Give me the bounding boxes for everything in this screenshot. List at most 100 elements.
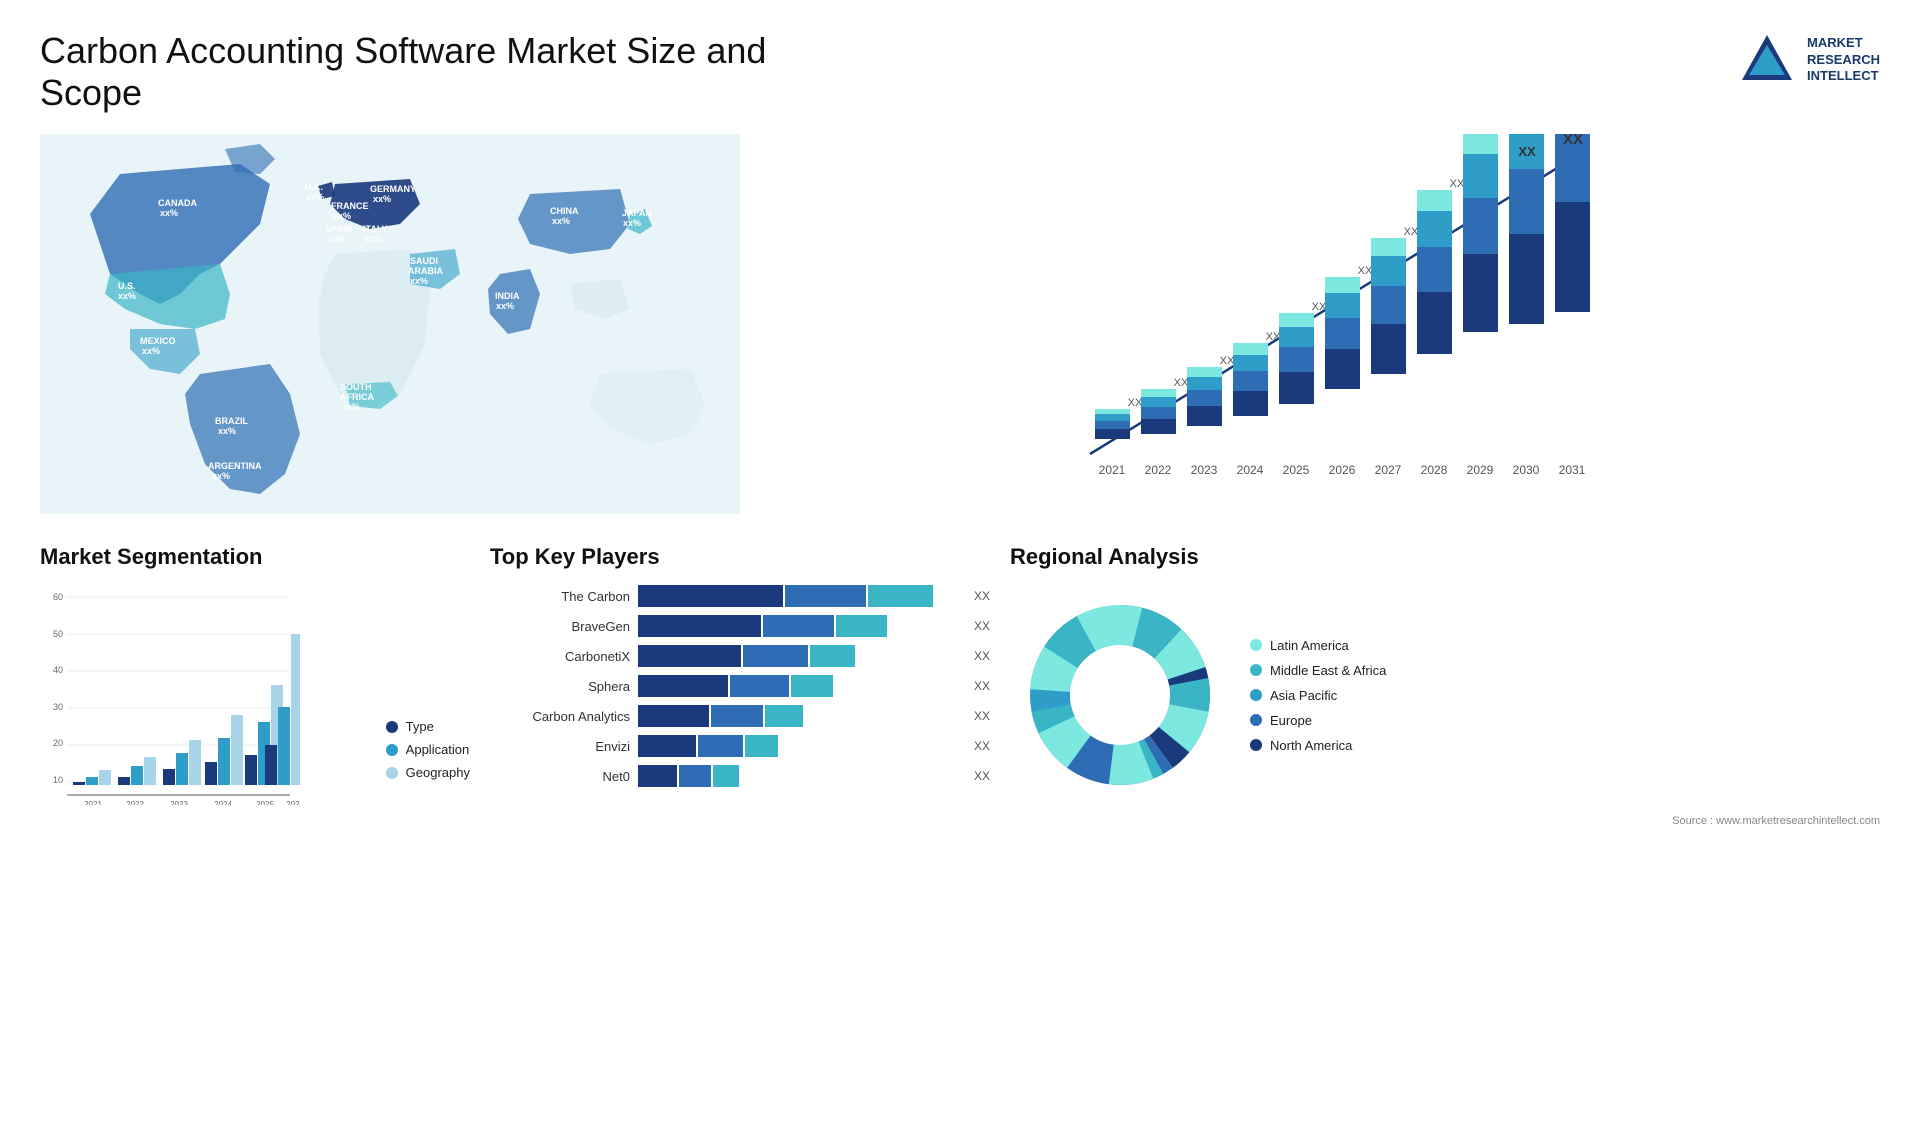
player-bar-seg1 — [638, 645, 741, 667]
brazil-label: BRAZIL — [215, 416, 248, 426]
bottom-section: Market Segmentation 60 50 40 30 20 10 — [40, 544, 1880, 827]
safrica-value: xx% — [342, 402, 360, 412]
svg-text:XX: XX — [1563, 134, 1583, 148]
svg-text:2024: 2024 — [214, 800, 232, 805]
canada-label: CANADA — [158, 198, 197, 208]
spain-label: SPAIN — [325, 224, 352, 234]
france-label: FRANCE — [331, 201, 369, 211]
svg-text:20: 20 — [53, 738, 63, 748]
growth-bar-chart: 2021 XX 2022 XX 2023 XX 2024 XX — [760, 134, 1880, 514]
legend-europe-dot — [1250, 714, 1262, 726]
legend-europe-label: Europe — [1270, 713, 1312, 728]
germany-label: GERMANY — [370, 184, 416, 194]
key-players-list: The Carbon XX BraveGen XX CarbonetiX — [490, 585, 990, 787]
player-bar — [638, 585, 961, 607]
mexico-value: xx% — [142, 346, 160, 356]
legend-latin-america-dot — [1250, 639, 1262, 651]
player-bar-seg2 — [743, 645, 808, 667]
legend-middle-east-label: Middle East & Africa — [1270, 663, 1386, 678]
segmentation-bars: 60 50 40 30 20 10 — [40, 585, 371, 810]
player-xx: XX — [974, 585, 990, 607]
legend-asia-pacific: Asia Pacific — [1250, 688, 1386, 703]
segmentation-chart-area: 60 50 40 30 20 10 — [40, 585, 470, 810]
legend-latin-america-label: Latin America — [1270, 638, 1349, 653]
player-name: BraveGen — [490, 619, 630, 634]
page-header: Carbon Accounting Software Market Size a… — [40, 30, 1880, 114]
map-svg: CANADA xx% U.S. xx% MEXICO xx% BRAZIL xx… — [40, 134, 740, 514]
svg-text:2021: 2021 — [1099, 463, 1126, 477]
regional-title: Regional Analysis — [1010, 544, 1880, 570]
legend-type-label: Type — [406, 719, 434, 734]
player-name: Envizi — [490, 739, 630, 754]
logo: MARKET RESEARCH INTELLECT — [1737, 30, 1880, 90]
player-bar-seg2 — [730, 675, 788, 697]
legend-north-america: North America — [1250, 738, 1386, 753]
argentina-value: xx% — [212, 471, 230, 481]
japan-label: JAPAN — [622, 208, 652, 218]
india-value: xx% — [496, 301, 514, 311]
player-bar-seg1 — [638, 705, 709, 727]
france-value: xx% — [333, 211, 351, 221]
player-bar-seg1 — [638, 585, 783, 607]
legend-geography-label: Geography — [406, 765, 470, 780]
svg-text:2031: 2031 — [1559, 463, 1586, 477]
donut-svg — [1010, 585, 1230, 805]
player-xx: XX — [974, 615, 990, 637]
legend-type-dot — [386, 721, 398, 733]
source-text: Source : www.marketresearchintellect.com — [1010, 815, 1880, 827]
china-label: CHINA — [550, 206, 579, 216]
safrica-label: SOUTH — [340, 382, 372, 392]
argentina-label: ARGENTINA — [208, 461, 262, 471]
svg-text:2025: 2025 — [256, 800, 274, 805]
player-bar — [638, 615, 961, 637]
us-label: U.S. — [118, 281, 136, 291]
player-row: BraveGen XX — [490, 615, 990, 637]
svg-text:XX: XX — [1404, 226, 1419, 238]
uk-value: xx% — [306, 192, 324, 202]
svg-text:2024: 2024 — [1237, 463, 1264, 477]
svg-text:60: 60 — [53, 592, 63, 602]
svg-text:XX: XX — [1266, 331, 1281, 343]
logo-text: MARKET RESEARCH INTELLECT — [1807, 35, 1880, 86]
saudi-value: xx% — [410, 276, 428, 286]
legend-asia-pacific-label: Asia Pacific — [1270, 688, 1337, 703]
player-row: Sphera XX — [490, 675, 990, 697]
player-bar-seg3 — [836, 615, 888, 637]
legend-north-america-dot — [1250, 739, 1262, 751]
player-row: Carbon Analytics XX — [490, 705, 990, 727]
legend-geography: Geography — [386, 765, 470, 780]
svg-text:2027: 2027 — [1375, 463, 1402, 477]
player-name: Sphera — [490, 679, 630, 694]
italy-label: ITALY — [363, 224, 388, 234]
player-bar-seg3 — [868, 585, 933, 607]
legend-north-america-label: North America — [1270, 738, 1352, 753]
player-bar-seg2 — [785, 585, 866, 607]
segmentation-title: Market Segmentation — [40, 544, 470, 570]
player-bar — [638, 675, 961, 697]
spain-value: xx% — [326, 234, 344, 244]
donut-chart — [1010, 585, 1230, 805]
player-bar-seg1 — [638, 735, 696, 757]
player-xx: XX — [974, 765, 990, 787]
china-value: xx% — [552, 216, 570, 226]
mexico-label: MEXICO — [140, 336, 176, 346]
svg-text:2026: 2026 — [286, 800, 300, 805]
svg-text:50: 50 — [53, 629, 63, 639]
player-name: CarbonetiX — [490, 649, 630, 664]
svg-text:2025: 2025 — [1283, 463, 1310, 477]
legend-latin-america: Latin America — [1250, 638, 1386, 653]
regional-section: Regional Analysis — [1010, 544, 1880, 827]
player-bar-seg3 — [810, 645, 855, 667]
logo-icon — [1737, 30, 1797, 90]
svg-text:10: 10 — [53, 775, 63, 785]
japan-value: xx% — [623, 218, 641, 228]
svg-text:2030: 2030 — [1513, 463, 1540, 477]
top-section: CANADA xx% U.S. xx% MEXICO xx% BRAZIL xx… — [40, 134, 1880, 514]
india-label: INDIA — [495, 291, 520, 301]
seg-bars-svg: 60 50 40 30 20 10 — [40, 585, 300, 805]
player-xx: XX — [974, 705, 990, 727]
svg-text:2023: 2023 — [1191, 463, 1218, 477]
canada-value: xx% — [160, 208, 178, 218]
svg-text:XX: XX — [1220, 355, 1235, 367]
player-bar-seg2 — [711, 705, 763, 727]
